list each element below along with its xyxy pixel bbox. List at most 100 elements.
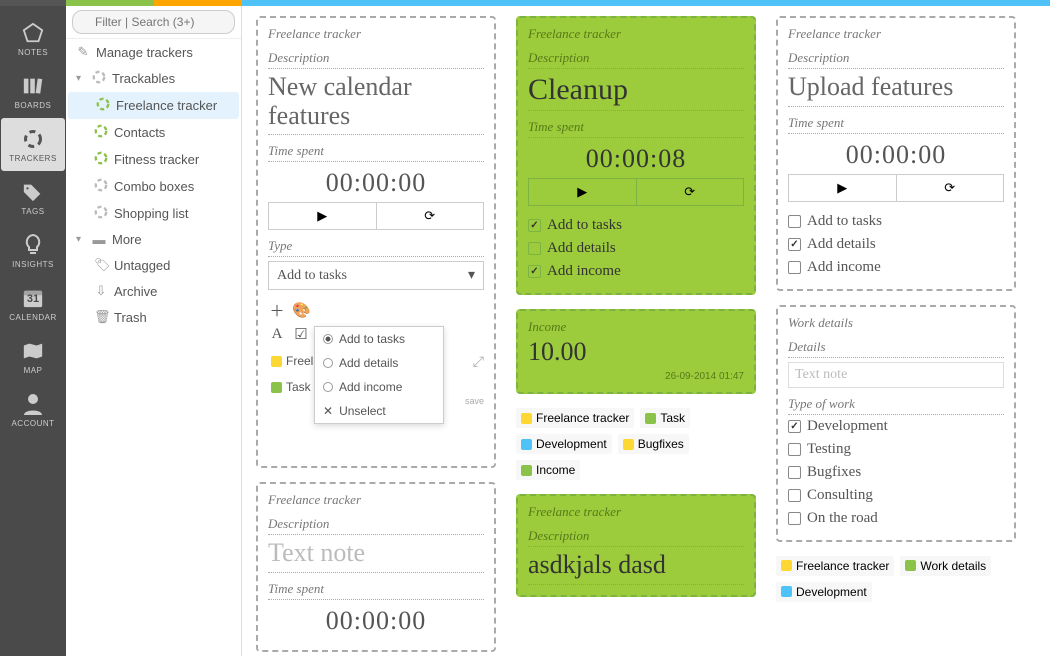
check-add-tasks[interactable]: Add to tasks — [788, 210, 1004, 233]
nav-account[interactable]: ACCOUNT — [1, 383, 65, 436]
check-development[interactable]: Development — [788, 415, 1004, 438]
timestamp: 26-09-2014 01:47 — [528, 371, 744, 382]
menu-add-income[interactable]: Add income — [315, 375, 443, 399]
card-legend: Freelance tracker — [268, 26, 484, 42]
check-add-details[interactable]: Add details — [788, 233, 1004, 256]
timer-value: 00:00:08 — [528, 138, 744, 178]
card-asdkjals[interactable]: Freelance tracker Description asdkjals d… — [516, 494, 756, 597]
card-text-note[interactable]: Freelance tracker Description Text note … — [256, 482, 496, 652]
nav-insights[interactable]: INSIGHTS — [1, 224, 65, 277]
ring-icon — [94, 151, 108, 168]
income-value[interactable]: 10.00 — [528, 335, 744, 367]
palette-icon[interactable]: 🎨 — [292, 301, 310, 320]
ring-icon — [96, 97, 110, 114]
folder-icon: ▬ — [92, 232, 106, 247]
label-time-spent: Time spent — [528, 119, 744, 138]
tree-item-trash[interactable]: 🗑 Trash — [66, 304, 241, 330]
tag-freelance[interactable]: Freelance tracker — [776, 556, 894, 576]
menu-unselect[interactable]: ✕Unselect — [315, 399, 443, 423]
nav-boards[interactable]: BOARDS — [1, 65, 65, 118]
label-time-spent: Time spent — [268, 143, 484, 162]
label-description: Description — [268, 516, 484, 535]
description-value[interactable]: Cleanup — [528, 69, 744, 111]
tree-panel: ✎ Manage trackers ▾ Trackables Freelance… — [66, 6, 242, 656]
play-button[interactable]: ▶ — [269, 203, 376, 229]
close-icon: ✕ — [323, 404, 333, 418]
caret-down-icon: ▾ — [76, 234, 86, 245]
tree-more[interactable]: ▾ ▬ More — [66, 227, 241, 252]
pentagon-icon — [22, 20, 44, 46]
refresh-button[interactable]: ⟳ — [636, 179, 744, 205]
books-icon — [22, 73, 44, 99]
tree-manage-trackers[interactable]: ✎ Manage trackers — [66, 39, 241, 65]
tag-work-details[interactable]: Work details — [900, 556, 991, 576]
nav-notes[interactable]: NOTES — [1, 12, 65, 65]
check-consulting[interactable]: Consulting — [788, 484, 1004, 507]
type-dropdown[interactable]: Add to tasks ▾ — [268, 261, 484, 290]
card-toolbar: ＋ 🎨 — [268, 300, 484, 321]
tag-income[interactable]: Income — [516, 460, 580, 480]
timer-value: 00:00:00 — [268, 600, 484, 640]
tree-item-shopping[interactable]: Shopping list — [66, 200, 241, 227]
card-new-calendar[interactable]: Freelance tracker Description New calend… — [256, 16, 496, 468]
card-upload-features[interactable]: Freelance tracker Description Upload fea… — [776, 16, 1016, 291]
play-button[interactable]: ▶ — [789, 175, 896, 201]
ring-icon — [94, 205, 108, 222]
check-add-income[interactable]: Add income — [788, 256, 1004, 279]
font-icon[interactable]: A — [268, 326, 286, 343]
nav-map[interactable]: MAP — [1, 330, 65, 383]
tag-freelance[interactable]: Freelance tracker — [516, 408, 634, 428]
tree-item-fitness[interactable]: Fitness tracker — [66, 146, 241, 173]
description-value[interactable]: Upload features — [788, 69, 1004, 107]
tag-development[interactable]: Development — [516, 434, 612, 454]
description-value[interactable]: asdkjals dasd — [528, 547, 744, 585]
check-bugfixes[interactable]: Bugfixes — [788, 461, 1004, 484]
plus-icon[interactable]: ＋ — [268, 300, 286, 321]
calendar-icon: 31 — [22, 285, 44, 311]
timer-value: 00:00:00 — [788, 134, 1004, 174]
timer-value: 00:00:00 — [268, 162, 484, 202]
card-legend: Work details — [788, 315, 1004, 331]
tree-item-contacts[interactable]: Contacts — [66, 119, 241, 146]
card-cleanup[interactable]: Freelance tracker Description Cleanup Ti… — [516, 16, 756, 295]
nav-calendar[interactable]: 31 CALENDAR — [1, 277, 65, 330]
search-input[interactable] — [72, 10, 235, 34]
expand-icon[interactable]: ⤢ — [473, 353, 484, 370]
card-legend: Income — [528, 319, 744, 335]
check-add-details[interactable]: Add details — [528, 237, 744, 260]
tag-bugfixes[interactable]: Bugfixes — [618, 434, 689, 454]
nav-tags[interactable]: TAGS — [1, 171, 65, 224]
tree-item-archive[interactable]: ⇩ Archive — [66, 278, 241, 304]
tree-item-combo[interactable]: Combo boxes — [66, 173, 241, 200]
text-note-input[interactable]: Text note — [788, 362, 1004, 388]
menu-add-details[interactable]: Add details — [315, 351, 443, 375]
check-icon[interactable]: ☑ — [292, 325, 310, 344]
label-time-spent: Time spent — [268, 581, 484, 600]
tag-task[interactable]: Task — [640, 408, 690, 428]
description-placeholder[interactable]: Text note — [268, 535, 484, 573]
menu-add-tasks[interactable]: Add to tasks — [315, 327, 443, 351]
nav-sidebar: NOTES BOARDS TRACKERS TAGS INSIGHTS 31 C… — [0, 6, 66, 656]
label-details: Details — [788, 339, 1004, 358]
card-income[interactable]: Income 10.00 26-09-2014 01:47 — [516, 309, 756, 394]
tag-development[interactable]: Development — [776, 582, 872, 602]
nav-trackers[interactable]: TRACKERS — [1, 118, 65, 171]
check-add-income[interactable]: Add income — [528, 260, 744, 283]
person-icon — [23, 391, 43, 417]
check-on-the-road[interactable]: On the road — [788, 507, 1004, 530]
tree-item-untagged[interactable]: 🏷 Untagged — [66, 252, 241, 278]
tree-trackables[interactable]: ▾ Trackables — [66, 65, 241, 92]
check-add-tasks[interactable]: Add to tasks — [528, 214, 744, 237]
card-work-details[interactable]: Work details Details Text note Type of w… — [776, 305, 1016, 542]
column-1: Freelance tracker Description New calend… — [256, 16, 496, 656]
ring-icon — [94, 178, 108, 195]
tree-item-freelance[interactable]: Freelance tracker — [68, 92, 239, 119]
bulb-icon — [23, 232, 43, 258]
play-button[interactable]: ▶ — [529, 179, 636, 205]
description-value[interactable]: New calendar features — [268, 69, 484, 135]
check-testing[interactable]: Testing — [788, 438, 1004, 461]
refresh-button[interactable]: ⟳ — [376, 203, 484, 229]
refresh-button[interactable]: ⟳ — [896, 175, 1004, 201]
trash-icon: 🗑 — [94, 309, 108, 325]
pencil-icon: ✎ — [76, 44, 90, 60]
